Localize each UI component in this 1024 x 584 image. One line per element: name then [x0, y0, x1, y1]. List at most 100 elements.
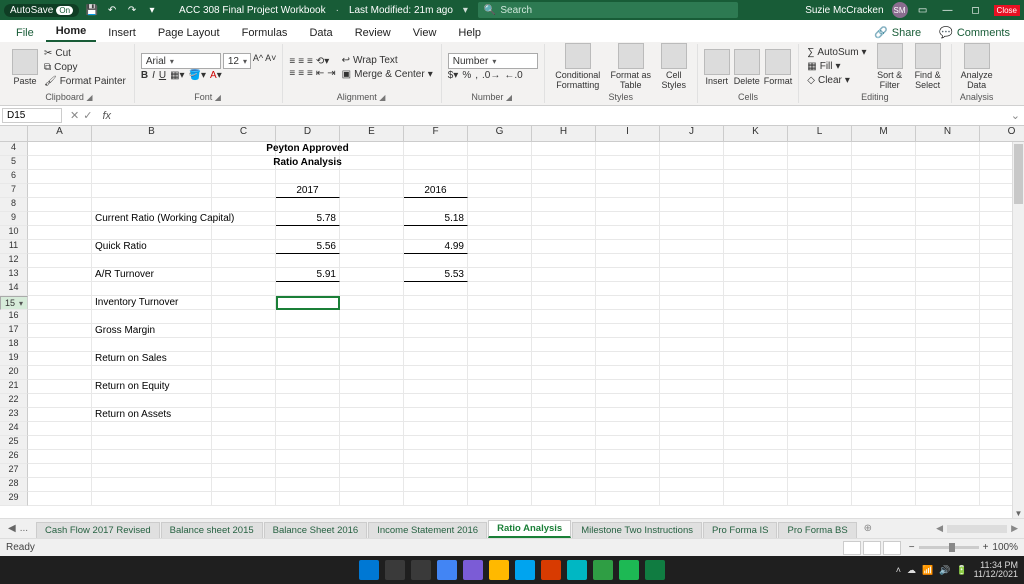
cell-A12[interactable] [28, 254, 92, 268]
cell-M19[interactable] [852, 352, 916, 366]
cell-D22[interactable] [276, 394, 340, 408]
cell-A26[interactable] [28, 450, 92, 464]
cell-I9[interactable] [596, 212, 660, 226]
cell-H27[interactable] [532, 464, 596, 478]
col-header-B[interactable]: B [92, 126, 212, 142]
cell-F15[interactable] [404, 296, 468, 310]
cell-N6[interactable] [916, 170, 980, 184]
row-header-26[interactable]: 26 [0, 450, 28, 464]
taskbar-app-2[interactable] [463, 560, 483, 580]
cell-A21[interactable] [28, 380, 92, 394]
cell-A4[interactable] [28, 142, 92, 156]
cell-F16[interactable] [404, 310, 468, 324]
sheet-nav-more[interactable]: ... [20, 523, 28, 534]
tab-view[interactable]: View [403, 24, 447, 42]
row-header-23[interactable]: 23 [0, 408, 28, 422]
cell-F29[interactable] [404, 492, 468, 506]
cell-G12[interactable] [468, 254, 532, 268]
cell-G7[interactable] [468, 184, 532, 198]
cell-H15[interactable] [532, 296, 596, 310]
cell-A22[interactable] [28, 394, 92, 408]
col-header-H[interactable]: H [532, 126, 596, 142]
view-page-break-button[interactable] [883, 541, 901, 555]
cell-A9[interactable] [28, 212, 92, 226]
cell-G6[interactable] [468, 170, 532, 184]
number-format-select[interactable]: Number [448, 53, 538, 69]
cells-area[interactable]: Peyton ApprovedRatio Analysis20172016Cur… [28, 142, 1024, 506]
alignment-launcher[interactable]: ◢ [379, 93, 385, 102]
cell-K25[interactable] [724, 436, 788, 450]
cell-K13[interactable] [724, 268, 788, 282]
col-header-I[interactable]: I [596, 126, 660, 142]
horizontal-scrollbar[interactable] [947, 525, 1007, 533]
cell-D19[interactable] [276, 352, 340, 366]
cell-L21[interactable] [788, 380, 852, 394]
cell-J21[interactable] [660, 380, 724, 394]
cell-L29[interactable] [788, 492, 852, 506]
cell-E11[interactable] [340, 240, 404, 254]
col-header-N[interactable]: N [916, 126, 980, 142]
cell-F8[interactable] [404, 198, 468, 212]
col-header-A[interactable]: A [28, 126, 92, 142]
cell-A23[interactable] [28, 408, 92, 422]
start-button[interactable] [359, 560, 379, 580]
cell-K12[interactable] [724, 254, 788, 268]
cell-A29[interactable] [28, 492, 92, 506]
cell-D28[interactable] [276, 478, 340, 492]
column-headers[interactable]: ABCDEFGHIJKLMNOPQRST [28, 126, 1024, 142]
cell-C14[interactable] [212, 282, 276, 296]
cell-C19[interactable] [212, 352, 276, 366]
cell-E12[interactable] [340, 254, 404, 268]
autosum-button[interactable]: ∑ AutoSum▾ [805, 46, 868, 59]
cell-J14[interactable] [660, 282, 724, 296]
cell-H23[interactable] [532, 408, 596, 422]
cell-H28[interactable] [532, 478, 596, 492]
cell-K5[interactable] [724, 156, 788, 170]
cell-K28[interactable] [724, 478, 788, 492]
cell-J12[interactable] [660, 254, 724, 268]
cell-B22[interactable] [92, 394, 212, 408]
cell-C29[interactable] [212, 492, 276, 506]
cell-M14[interactable] [852, 282, 916, 296]
cell-H21[interactable] [532, 380, 596, 394]
cell-C7[interactable] [212, 184, 276, 198]
cell-G26[interactable] [468, 450, 532, 464]
cell-M11[interactable] [852, 240, 916, 254]
cell-A7[interactable] [28, 184, 92, 198]
cell-J23[interactable] [660, 408, 724, 422]
cell-E22[interactable] [340, 394, 404, 408]
cut-button[interactable]: ✂Cut [42, 47, 73, 60]
cell-G5[interactable] [468, 156, 532, 170]
cell-H4[interactable] [532, 142, 596, 156]
tab-file[interactable]: File [6, 24, 44, 42]
cell-G23[interactable] [468, 408, 532, 422]
clear-button[interactable]: ◇ Clear▾ [805, 74, 852, 87]
zoom-slider[interactable] [919, 546, 979, 549]
cell-B9[interactable]: Current Ratio (Working Capital) [92, 212, 212, 226]
cell-B29[interactable] [92, 492, 212, 506]
row-header-13[interactable]: 13 [0, 268, 28, 282]
cell-I6[interactable] [596, 170, 660, 184]
fx-icon[interactable]: fx [98, 110, 115, 122]
cell-F7[interactable]: 2016 [404, 184, 468, 198]
sheet-tab[interactable]: Balance sheet 2015 [161, 522, 263, 538]
fill-button[interactable]: ▦ Fill▾ [805, 60, 842, 73]
col-header-E[interactable]: E [340, 126, 404, 142]
cell-H11[interactable] [532, 240, 596, 254]
cell-E29[interactable] [340, 492, 404, 506]
cell-L13[interactable] [788, 268, 852, 282]
cell-C25[interactable] [212, 436, 276, 450]
cell-K22[interactable] [724, 394, 788, 408]
sheet-nav-prev[interactable]: ◀ [8, 523, 16, 534]
col-header-F[interactable]: F [404, 126, 468, 142]
cell-N13[interactable] [916, 268, 980, 282]
number-launcher[interactable]: ◢ [506, 93, 512, 102]
cell-D16[interactable] [276, 310, 340, 324]
cell-E6[interactable] [340, 170, 404, 184]
cell-L9[interactable] [788, 212, 852, 226]
cell-I26[interactable] [596, 450, 660, 464]
row-header-7[interactable]: 7 [0, 184, 28, 198]
cell-E15[interactable] [340, 296, 404, 310]
cell-N24[interactable] [916, 422, 980, 436]
cell-B4[interactable] [92, 142, 212, 156]
